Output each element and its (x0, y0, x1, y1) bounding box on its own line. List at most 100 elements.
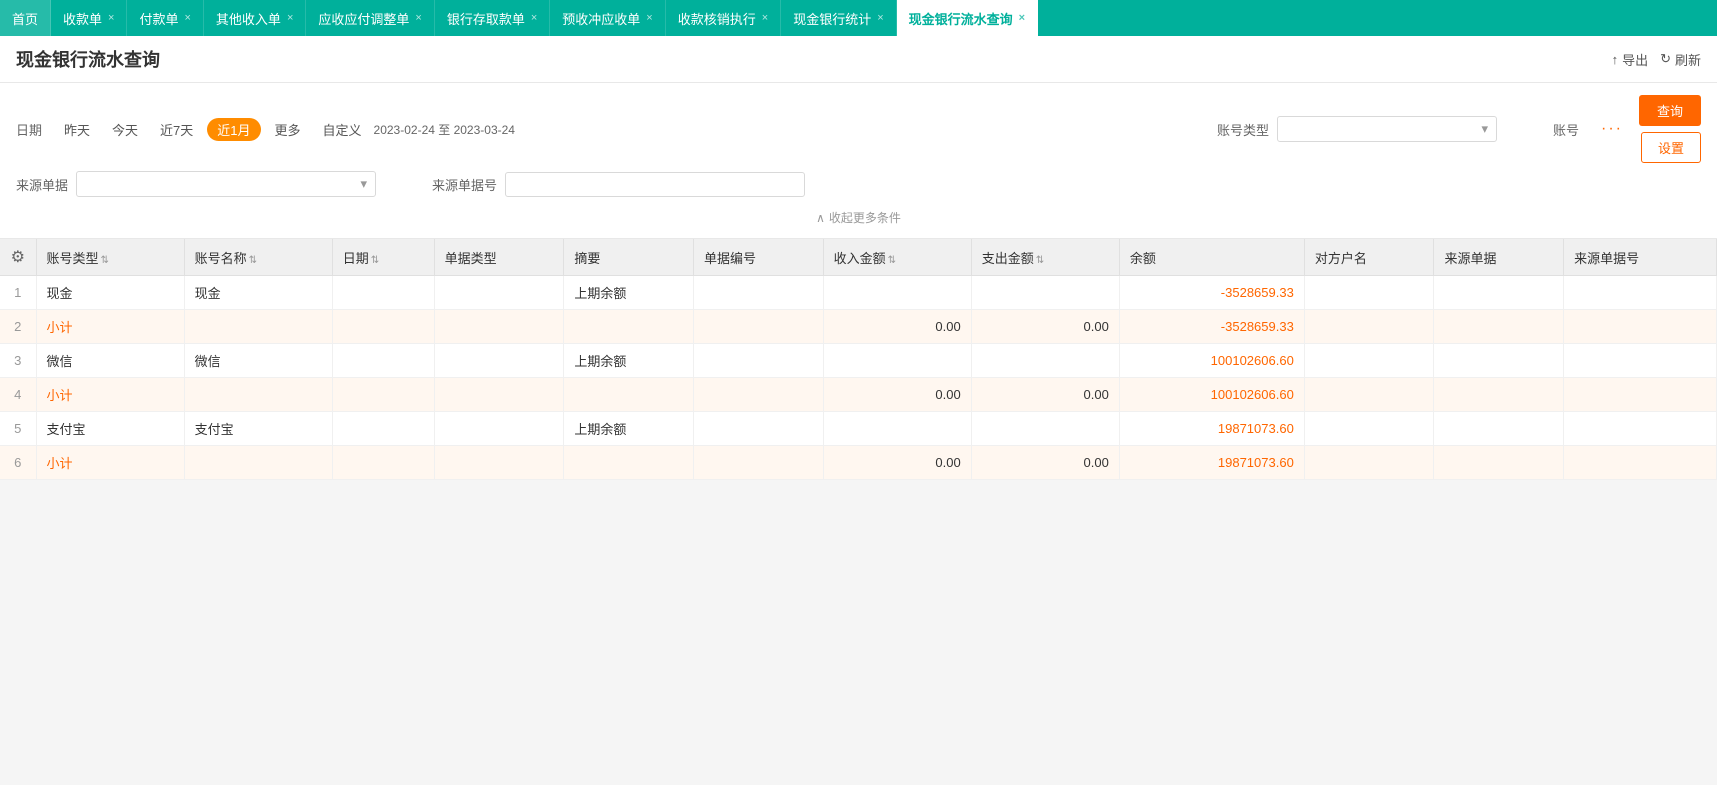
collapse-icon: ∧ (816, 211, 825, 225)
date-filter-section: 日期 昨天今天近7天近1月更多自定义 2023-02-24 至 2023-03-… (16, 118, 1161, 141)
table-cell (1564, 378, 1717, 412)
date-option-近7天[interactable]: 近7天 (152, 118, 201, 141)
collapse-label: 收起更多条件 (829, 209, 901, 226)
table-cell (184, 310, 332, 344)
nav-item-应收应付调整单[interactable]: 应收应付调整单× (306, 0, 434, 36)
table-cell: 微信 (36, 344, 184, 378)
source-doc-num-label: 来源单据号 (432, 175, 497, 194)
gear-icon[interactable]: ⚙ (11, 249, 25, 266)
close-icon[interactable]: × (646, 12, 652, 24)
nav-item-首页[interactable]: 首页 (0, 0, 51, 36)
table-cell: 6 (0, 446, 36, 480)
table-cell: 0.00 (823, 310, 971, 344)
close-icon[interactable]: × (1019, 12, 1025, 24)
close-icon[interactable]: × (531, 12, 537, 24)
table-cell: 现金 (184, 276, 332, 310)
table-cell (823, 276, 971, 310)
table-cell (564, 378, 694, 412)
table-cell (434, 446, 564, 480)
col-label-docType: 单据类型 (445, 251, 497, 266)
close-icon[interactable]: × (877, 12, 883, 24)
col-header-docType: 单据类型 (434, 239, 564, 276)
col-header-date[interactable]: 日期⇅ (332, 239, 434, 276)
col-header-accountName[interactable]: 账号名称⇅ (184, 239, 332, 276)
nav-item-现金银行统计[interactable]: 现金银行统计× (781, 0, 896, 36)
close-icon[interactable]: × (762, 12, 768, 24)
table-row: 3微信微信上期余额100102606.60 (0, 344, 1717, 378)
nav-item-现金银行流水查询[interactable]: 现金银行流水查询× (897, 0, 1038, 36)
table-cell (564, 446, 694, 480)
col-label-accountType: 账号类型 (47, 251, 99, 266)
nav-item-付款单[interactable]: 付款单× (127, 0, 203, 36)
table-cell (434, 276, 564, 310)
col-label-income: 收入金额 (834, 251, 886, 266)
table-cell (1564, 310, 1717, 344)
export-button[interactable]: ↑ 导出 (1612, 50, 1649, 69)
table-cell: 小计 (36, 378, 184, 412)
nav-item-银行存取款单[interactable]: 银行存取款单× (435, 0, 550, 36)
sort-icon-accountType: ⇅ (101, 255, 109, 266)
date-option-更多[interactable]: 更多 (267, 118, 309, 141)
date-option-自定义[interactable]: 自定义 (315, 118, 370, 141)
table-cell (1304, 378, 1434, 412)
table-cell: 支付宝 (184, 412, 332, 446)
date-option-昨天[interactable]: 昨天 (56, 118, 98, 141)
col-header-expense[interactable]: 支出金额⇅ (971, 239, 1119, 276)
close-icon[interactable]: × (415, 12, 421, 24)
col-header-sourceDocNum: 来源单据号 (1564, 239, 1717, 276)
date-options: 昨天今天近7天近1月更多自定义 (56, 118, 370, 141)
table-cell (1564, 412, 1717, 446)
date-option-今天[interactable]: 今天 (104, 118, 146, 141)
table-cell (434, 378, 564, 412)
col-label-summary: 摘要 (574, 251, 600, 266)
close-icon[interactable]: × (184, 12, 190, 24)
table-row: 1现金现金上期余额-3528659.33 (0, 276, 1717, 310)
page-header: 现金银行流水查询 ↑ 导出 ↻ 刷新 (0, 36, 1717, 83)
col-label-date: 日期 (343, 251, 369, 266)
table-cell (1434, 446, 1564, 480)
table-header: ⚙账号类型⇅账号名称⇅日期⇅单据类型摘要单据编号收入金额⇅支出金额⇅余额对方户名… (0, 239, 1717, 276)
data-table: ⚙账号类型⇅账号名称⇅日期⇅单据类型摘要单据编号收入金额⇅支出金额⇅余额对方户名… (0, 239, 1717, 480)
table-cell (1564, 276, 1717, 310)
settings-button[interactable]: 设置 (1641, 132, 1701, 163)
date-label: 日期 (16, 120, 56, 139)
table-cell: 0.00 (823, 378, 971, 412)
refresh-button[interactable]: ↻ 刷新 (1660, 50, 1701, 69)
filter-row-2: 来源单据 ▾ 来源单据号 (16, 171, 1701, 197)
date-option-近1月[interactable]: 近1月 (207, 118, 260, 141)
table-cell (332, 446, 434, 480)
table-body: 1现金现金上期余额-3528659.332小计0.000.00-3528659.… (0, 276, 1717, 480)
table-cell (434, 412, 564, 446)
table-cell (1304, 412, 1434, 446)
collapse-bar[interactable]: ∧ 收起更多条件 (16, 205, 1701, 226)
sort-icon-accountName: ⇅ (249, 255, 257, 266)
account-label: 账号 (1553, 120, 1593, 139)
query-button[interactable]: 查询 (1639, 95, 1701, 126)
source-doc-num-input[interactable] (505, 172, 805, 197)
table-cell (971, 412, 1119, 446)
table-cell (332, 378, 434, 412)
table-cell (693, 276, 823, 310)
table-cell (693, 446, 823, 480)
account-more-button[interactable]: ··· (1601, 120, 1623, 138)
nav-item-其他收入单[interactable]: 其他收入单× (204, 0, 306, 36)
table-row: 5支付宝支付宝上期余额19871073.60 (0, 412, 1717, 446)
col-header-summary: 摘要 (564, 239, 694, 276)
account-type-chevron: ▾ (1481, 121, 1488, 137)
filter-area: 日期 昨天今天近7天近1月更多自定义 2023-02-24 至 2023-03-… (0, 83, 1717, 239)
close-icon[interactable]: × (108, 12, 114, 24)
col-header-balance: 余额 (1119, 239, 1304, 276)
col-label-accountName: 账号名称 (195, 251, 247, 266)
table-cell: 微信 (184, 344, 332, 378)
table-cell: 100102606.60 (1119, 378, 1304, 412)
col-header-accountType[interactable]: 账号类型⇅ (36, 239, 184, 276)
source-doc-select[interactable]: ▾ (76, 171, 376, 197)
close-icon[interactable]: × (287, 12, 293, 24)
export-label: 导出 (1622, 50, 1648, 69)
col-header-income[interactable]: 收入金额⇅ (823, 239, 971, 276)
table-cell: 4 (0, 378, 36, 412)
account-type-select[interactable]: ▾ (1277, 116, 1497, 142)
nav-item-收款核销执行[interactable]: 收款核销执行× (666, 0, 781, 36)
nav-item-收款单[interactable]: 收款单× (51, 0, 127, 36)
nav-item-预收冲应收单[interactable]: 预收冲应收单× (550, 0, 665, 36)
